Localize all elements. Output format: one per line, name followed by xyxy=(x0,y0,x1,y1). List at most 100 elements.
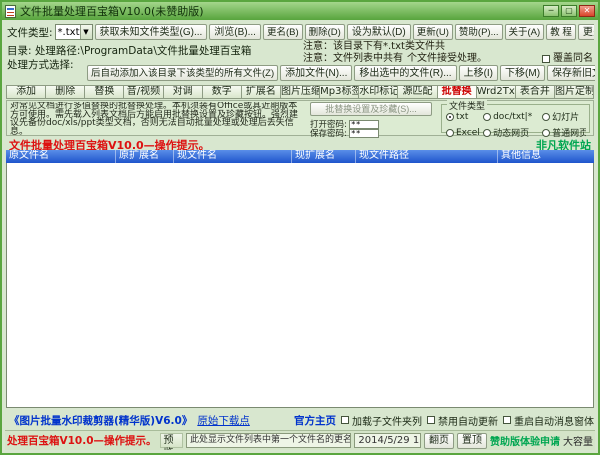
radio-dynamic-web[interactable]: 动态网页 xyxy=(483,126,540,139)
minimize-button[interactable]: ─ xyxy=(543,5,559,17)
close-button[interactable]: ✕ xyxy=(579,5,595,17)
checkbox-icon[interactable] xyxy=(427,416,435,424)
radio-icon[interactable] xyxy=(542,128,551,137)
move-down-button[interactable]: 下移(M) xyxy=(500,65,546,81)
tab-table-merge[interactable]: 表合并 xyxy=(515,85,555,99)
col-orig-name[interactable]: 原文件名 xyxy=(6,150,116,163)
checkbox-icon[interactable] xyxy=(542,55,550,63)
update-button[interactable]: 更新(U) xyxy=(412,24,453,40)
tab-swap[interactable]: 对调 xyxy=(163,85,203,99)
checkbox-restart-msg-label: 重启自动消息窗体 xyxy=(514,416,594,428)
move-up-button[interactable]: 上移(I) xyxy=(458,65,499,81)
page-flip-button[interactable]: 翻页 xyxy=(424,432,455,449)
tab-extension[interactable]: 扩展名 xyxy=(241,85,281,99)
tab-audio-video[interactable]: 音/视频 xyxy=(124,85,164,99)
preview-field: 此处显示文件列表中第一个文件名的更名各样式预览。 xyxy=(185,433,352,448)
sponsor-trial-link[interactable]: 赞助版体验申请 xyxy=(490,433,560,448)
radio-txt-label: txt xyxy=(456,111,469,122)
tab-source-match[interactable]: 源匹配 xyxy=(398,85,438,99)
window-title: 文件批量处理百宝箱V10.0(未赞助版) xyxy=(20,5,204,18)
file-type-combo[interactable]: *.txt ▼ xyxy=(54,24,93,40)
tab-add[interactable]: 添加 xyxy=(6,85,47,99)
save-password-label: 保存密码: xyxy=(310,129,347,139)
col-new-name[interactable]: 现文件名 xyxy=(174,150,292,163)
browse-button[interactable]: 浏览(B)... xyxy=(209,24,261,40)
tab-replace[interactable]: 替换 xyxy=(85,85,125,99)
tab-image-custom[interactable]: 图片定制 xyxy=(554,85,595,99)
status-tip-text: 处理百宝箱V10.0—操作提示。 xyxy=(7,435,157,447)
method-toolbar: 后自动添加入该目录下该类型的所有文件(Z) 添加文件(N)... 移出选中的文件… xyxy=(87,65,595,81)
delete-button[interactable]: 删除(D) xyxy=(304,24,345,40)
homepage-link[interactable]: 官方主页 xyxy=(294,413,336,428)
radio-dynamic-web-label: 动态网页 xyxy=(493,129,530,139)
checkbox-icon[interactable] xyxy=(341,416,349,424)
window-content: 文件类型: *.txt ▼ 获取未知文件类型(G)... 浏览(B)... 更名… xyxy=(3,20,597,452)
rename-button[interactable]: 更名(B) xyxy=(262,24,303,40)
tab-image-compress[interactable]: 图片压缩 xyxy=(280,85,321,99)
about-button[interactable]: 关于(A) xyxy=(504,24,545,40)
radio-doc-label: doc/txt|* xyxy=(493,111,533,122)
col-new-path[interactable]: 现文件路径 xyxy=(356,150,498,163)
remove-selected-button[interactable]: 移出选中的文件(R)... xyxy=(354,65,457,81)
checkbox-disable-update-label: 禁用自动更新 xyxy=(438,416,498,428)
checkbox-overwrite-label: 覆盖同名 xyxy=(553,53,593,64)
notes-block: 注意：该目录下有*.txt类文件共 注意：文件列表中共有 个文件接受处理。 覆盖… xyxy=(303,41,593,65)
tab-delete[interactable]: 删除 xyxy=(46,85,86,99)
get-unknown-filetype-button[interactable]: 获取未知文件类型(G)... xyxy=(94,24,208,40)
download-product-link[interactable]: 《图片批量水印裁剪器(精华版)V6.0》 xyxy=(9,413,192,428)
links-row: 《图片批量水印裁剪器(精华版)V6.0》 原始下载点 官方主页 加载子文件夹列 … xyxy=(9,412,594,428)
radio-icon[interactable] xyxy=(483,128,492,137)
add-files-button[interactable]: 添加文件(N)... xyxy=(280,65,353,81)
app-window: 文件批量处理百宝箱V10.0(未赞助版) ─ ▢ ✕ 文件类型: *.txt ▼… xyxy=(0,0,600,455)
tutorial-button[interactable]: 教 程 xyxy=(546,24,576,40)
set-default-button[interactable]: 设为默认(D) xyxy=(346,24,411,40)
radio-icon[interactable] xyxy=(483,112,492,121)
file-table-header: 原文件名 原扩展名 现文件名 现扩展名 现文件路径 其他信息 xyxy=(6,150,594,163)
chevron-down-icon[interactable]: ▼ xyxy=(79,25,92,39)
method-select-label: 处理方式选择: xyxy=(7,59,74,71)
tab-number[interactable]: 数字 xyxy=(202,85,242,99)
auto-add-files-button[interactable]: 后自动添加入该目录下该类型的所有文件(Z) xyxy=(87,65,279,81)
download-point-link[interactable]: 原始下载点 xyxy=(197,413,250,428)
more-functions-button[interactable]: 更多功能... xyxy=(577,24,594,40)
checkbox-icon[interactable] xyxy=(503,416,511,424)
tab-wrd2txt[interactable]: Wrd2Txt xyxy=(476,85,516,99)
note-line-2: 注意：文件列表中共有 xyxy=(303,53,403,64)
radio-icon[interactable] xyxy=(542,112,551,121)
status-bar: 处理百宝箱V10.0—操作提示。 预览 此处显示文件列表中第一个文件名的更名各样… xyxy=(5,430,595,450)
col-new-ext[interactable]: 现扩展名 xyxy=(292,150,356,163)
directory-path: 处理路径:\ProgramData\文件批量处理百宝箱 xyxy=(34,45,252,57)
tab-mp3-tag[interactable]: Mp3标签 xyxy=(320,85,360,99)
file-type-value: *.txt xyxy=(57,26,80,38)
radio-icon[interactable] xyxy=(446,128,454,137)
checkbox-load-subfolders[interactable]: 加载子文件夹列 xyxy=(341,413,422,428)
col-other-info[interactable]: 其他信息 xyxy=(498,150,594,163)
datetime-display: 2014/5/29 16:40 xyxy=(354,433,422,448)
note-line-3: 个文件接受处理。 xyxy=(407,53,487,64)
radio-excel[interactable]: Excel xyxy=(446,126,481,139)
save-names-button[interactable]: 保存新旧文件名(V) xyxy=(547,65,595,81)
sponsor-button[interactable]: 赞助(P)... xyxy=(454,24,503,40)
maximize-button[interactable]: ▢ xyxy=(561,5,577,17)
checkbox-disable-update[interactable]: 禁用自动更新 xyxy=(427,413,498,428)
top-toolbar: 文件类型: *.txt ▼ 获取未知文件类型(G)... 浏览(B)... 更名… xyxy=(7,24,594,40)
checkbox-restart-msg[interactable]: 重启自动消息窗体 xyxy=(503,413,594,428)
titlebar: 文件批量处理百宝箱V10.0(未赞助版) ─ ▢ ✕ xyxy=(2,2,598,20)
radio-doc[interactable]: doc/txt|* xyxy=(483,110,540,123)
radio-excel-label: Excel xyxy=(456,127,480,138)
checkbox-overwrite[interactable]: 覆盖同名 xyxy=(542,53,593,65)
col-orig-ext[interactable]: 原扩展名 xyxy=(116,150,174,163)
file-type-group: 文件类型 txt doc/txt|* 幻灯片 Excel 动态网页 普通网页 xyxy=(441,99,590,139)
radio-ppt[interactable]: 幻灯片 xyxy=(542,110,586,123)
batch-replace-panel: 对常见文档进行多值替换的批替换处理。本机须装有Office或其近期版本方可使用。… xyxy=(6,99,594,139)
file-list-area[interactable] xyxy=(6,163,594,408)
function-tabs: 添加 删除 替换 音/视频 对调 数字 扩展名 图片压缩 Mp3标签 水印标记 … xyxy=(6,85,595,99)
stay-on-top-button[interactable]: 置顶 xyxy=(457,432,488,449)
tab-watermark[interactable]: 水印标记 xyxy=(359,85,399,99)
panel-description: 对常见文档进行多值替换的批替换处理。本机须装有Office或其近期版本方可使用。… xyxy=(10,102,299,135)
tab-batch-replace[interactable]: 批替换 xyxy=(437,85,477,99)
directory-row: 目录: 处理路径:\ProgramData\文件批量处理百宝箱 xyxy=(7,43,251,58)
save-password-field[interactable] xyxy=(348,128,379,138)
batch-replace-settings-button[interactable]: 批替换设置及珍藏(S)... xyxy=(310,102,432,116)
radio-icon[interactable] xyxy=(446,112,454,121)
